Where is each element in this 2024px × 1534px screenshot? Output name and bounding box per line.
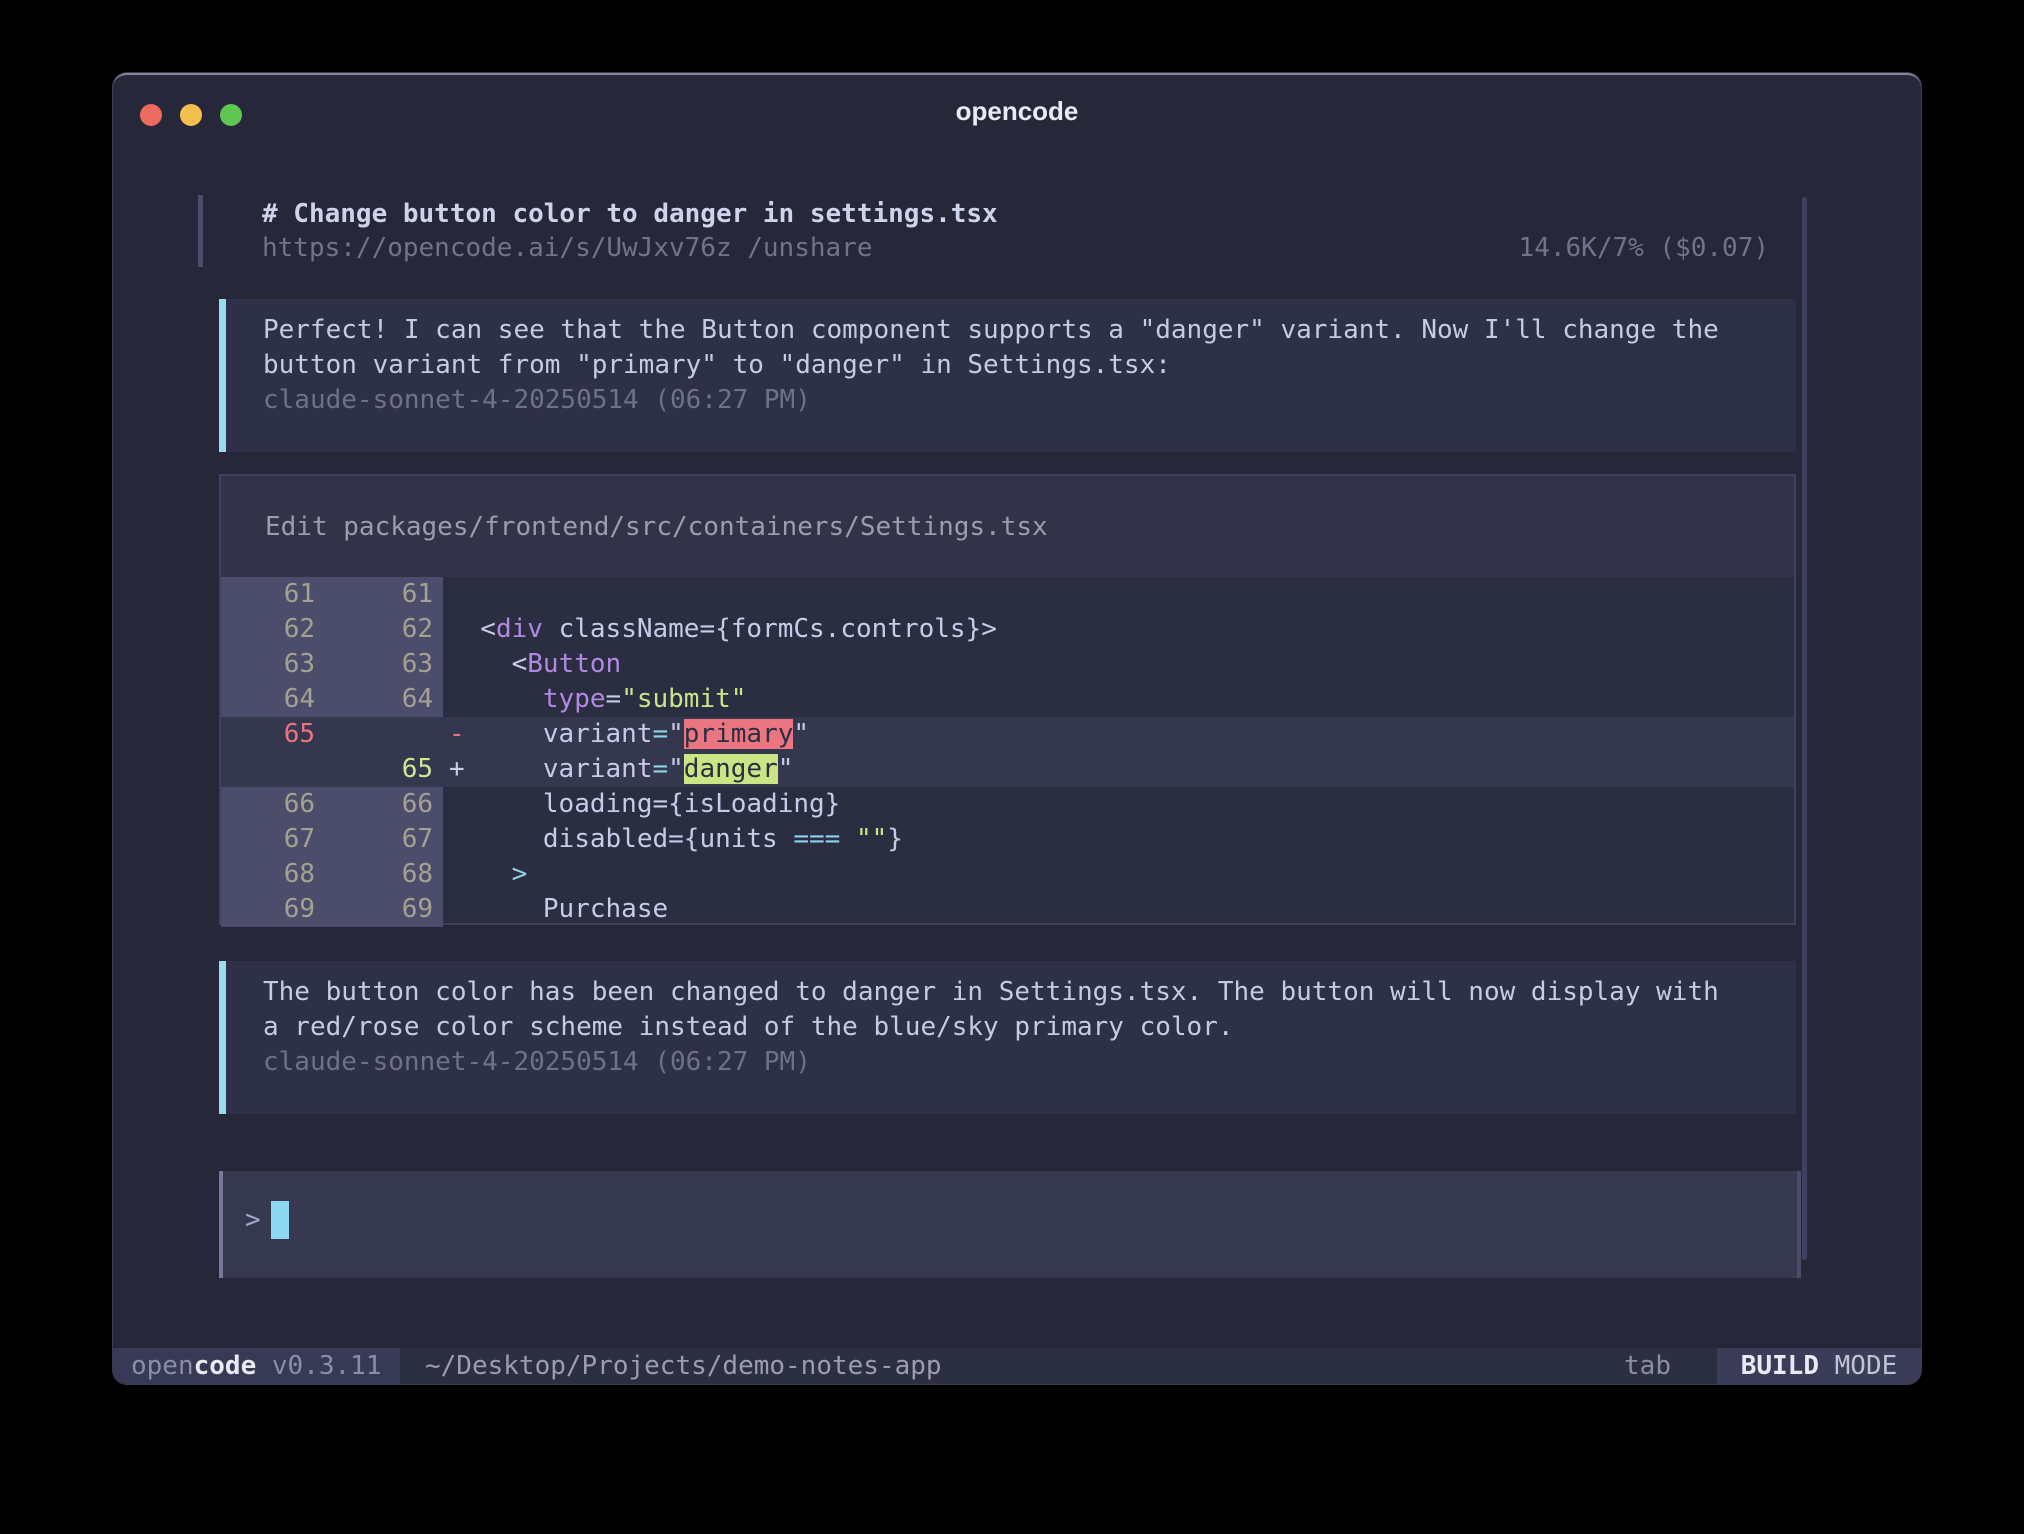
diff-line: 6464type="submit" <box>221 682 1794 717</box>
message-meta: claude-sonnet-4-20250514 (06:27 PM) <box>263 1045 1796 1080</box>
message-meta: claude-sonnet-4-20250514 (06:27 PM) <box>263 383 1796 418</box>
message-line: Perfect! I can see that the Button compo… <box>263 313 1796 348</box>
line-number-new: 68 <box>325 857 443 892</box>
session-title: # Change button color to danger in setti… <box>262 197 1769 231</box>
opencode-window: opencode # Change button color to danger… <box>113 73 1921 1384</box>
diff-line: 6262<div className={formCs.controls}> <box>221 612 1794 647</box>
app-version-chip: opencode v0.3.11 <box>113 1348 400 1384</box>
line-number-old: 62 <box>221 612 325 647</box>
session-header: # Change button color to danger in setti… <box>198 195 1769 267</box>
working-directory: ~/Desktop/Projects/demo-notes-app <box>425 1348 942 1384</box>
line-number-new: 66 <box>325 787 443 822</box>
line-number-old: 61 <box>221 577 325 612</box>
line-number-old: 63 <box>221 647 325 682</box>
line-number-new: 63 <box>325 647 443 682</box>
text-cursor <box>271 1201 289 1239</box>
share-url[interactable]: https://opencode.ai/s/UwJxv76z /unshare <box>262 231 872 265</box>
line-number-old: 64 <box>221 682 325 717</box>
message-line: The button color has been changed to dan… <box>263 975 1796 1010</box>
chat-scrollbar[interactable] <box>1802 197 1807 1260</box>
line-number-old: 69 <box>221 892 325 927</box>
code-line: loading={isLoading} <box>443 787 1794 822</box>
diff-line: 6161 <box>221 577 1794 612</box>
prompt-chevron: > <box>245 1205 261 1235</box>
code-line: disabled={units === ""} <box>443 822 1794 857</box>
line-number-new: 69 <box>325 892 443 927</box>
diff-line: 6868> <box>221 857 1794 892</box>
diff-line: 6666loading={isLoading} <box>221 787 1794 822</box>
code-line: > <box>443 857 1794 892</box>
added-marker: + <box>449 752 465 787</box>
mode-toggle[interactable]: BUILD MODE <box>1717 1348 1921 1384</box>
edit-tool-block: Edit packages/frontend/src/containers/Se… <box>219 474 1796 925</box>
window-title: opencode <box>113 96 1921 127</box>
line-number-new: 65 <box>325 752 443 787</box>
code-line: <div className={formCs.controls}> <box>443 612 1794 647</box>
diff-line: 65+variant="danger" <box>221 752 1794 787</box>
line-number-old: 67 <box>221 822 325 857</box>
line-number-new: 67 <box>325 822 443 857</box>
line-number-old <box>221 752 325 787</box>
tab-hint: tab <box>1624 1348 1671 1384</box>
titlebar: opencode <box>113 75 1921 139</box>
code-line: Purchase <box>443 892 1794 927</box>
diff-line: 6969Purchase <box>221 892 1794 927</box>
line-number-new: 64 <box>325 682 443 717</box>
removed-marker: - <box>449 717 465 752</box>
status-bar: opencode v0.3.11 ~/Desktop/Projects/demo… <box>113 1348 1921 1384</box>
line-number-new: 61 <box>325 577 443 612</box>
line-number-new <box>325 717 443 752</box>
assistant-message: The button color has been changed to dan… <box>219 961 1796 1114</box>
line-number-new: 62 <box>325 612 443 647</box>
edit-tool-title: Edit packages/frontend/src/containers/Se… <box>221 476 1794 577</box>
assistant-message: Perfect! I can see that the Button compo… <box>219 299 1796 452</box>
code-line: -variant="primary" <box>443 717 1794 752</box>
message-line: a red/rose color scheme instead of the b… <box>263 1010 1796 1045</box>
diff-line: 6767disabled={units === ""} <box>221 822 1794 857</box>
code-line: <Button <box>443 647 1794 682</box>
prompt-input[interactable]: > <box>219 1171 1801 1278</box>
diff-line: 65 -variant="primary" <box>221 717 1794 752</box>
line-number-old: 68 <box>221 857 325 892</box>
diff-line: 6363<Button <box>221 647 1794 682</box>
code-line <box>443 577 1794 612</box>
code-line: +variant="danger" <box>443 752 1794 787</box>
code-line: type="submit" <box>443 682 1794 717</box>
line-number-old: 66 <box>221 787 325 822</box>
message-line: button variant from "primary" to "danger… <box>263 348 1796 383</box>
token-usage: 14.6K/7% ($0.07) <box>1519 231 1769 265</box>
line-number-old: 65 <box>221 717 325 752</box>
diff-rows: 61616262<div className={formCs.controls}… <box>221 577 1794 927</box>
